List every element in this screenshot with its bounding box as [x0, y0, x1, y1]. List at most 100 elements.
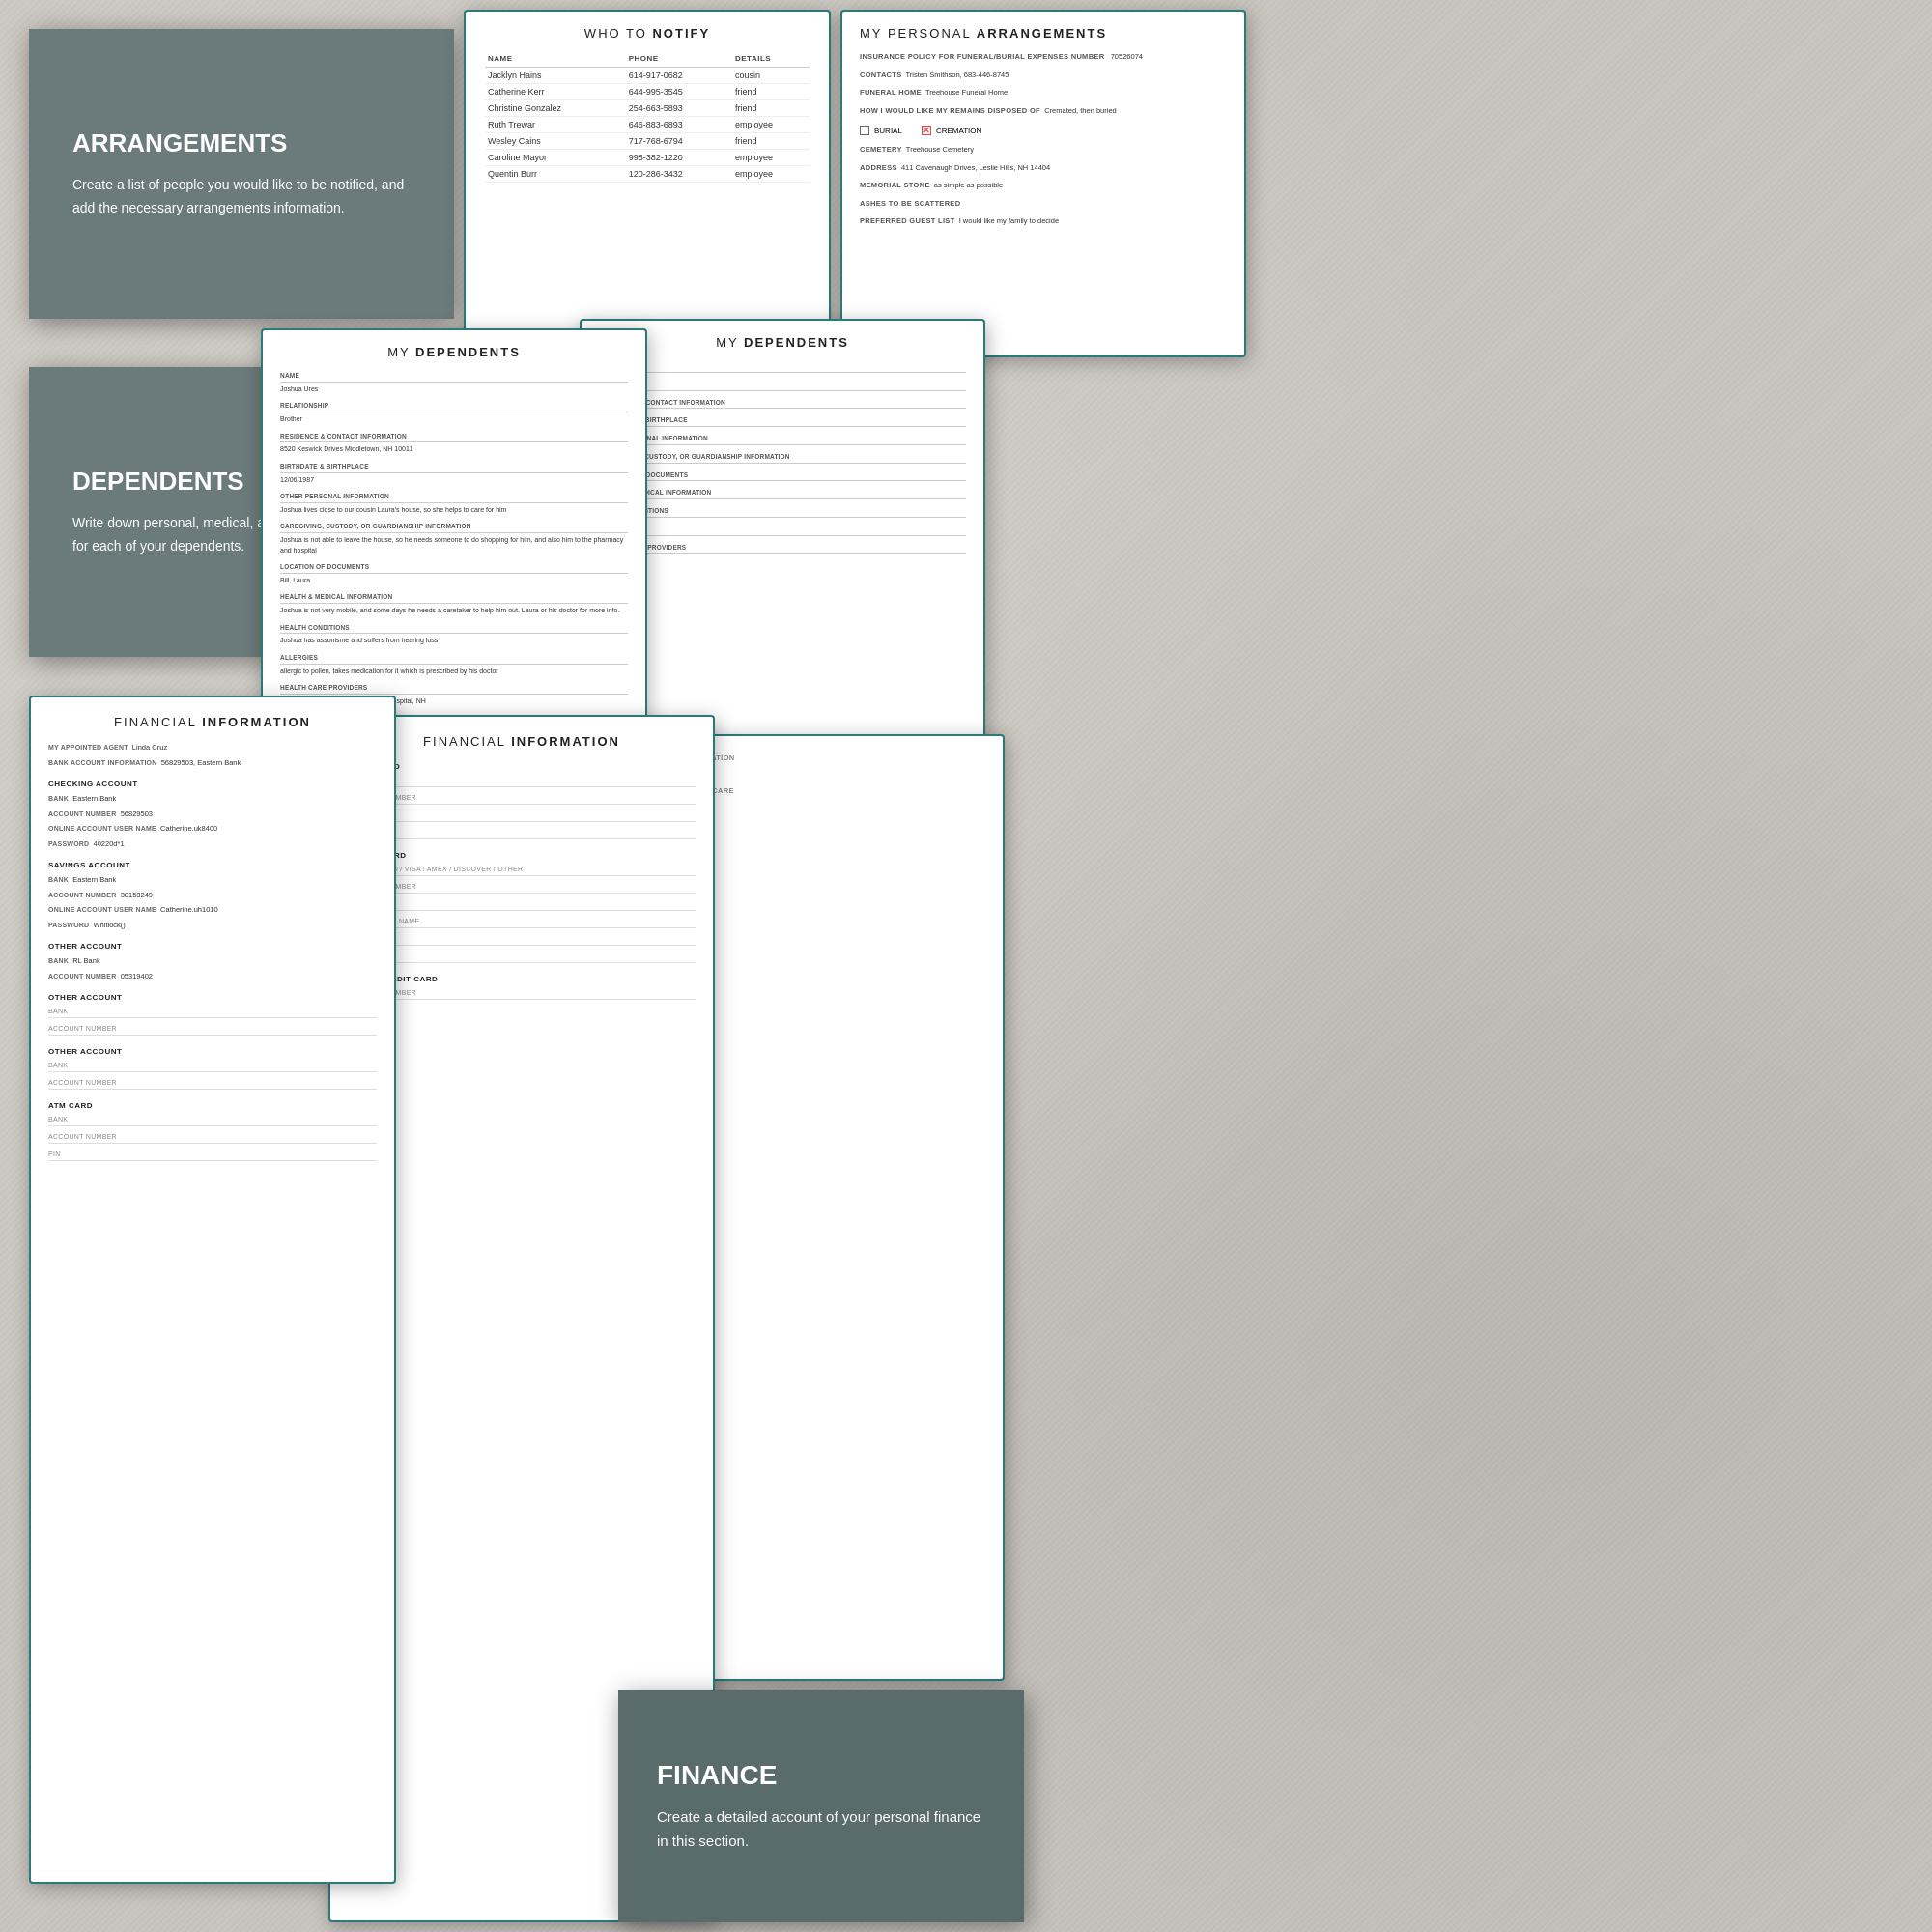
arrangements-description: Create a list of people you would like t…: [72, 174, 411, 220]
dep-r-birthdate: BIRTHDATE & BIRTHPLACE: [599, 415, 966, 427]
address-field: ADDRESS 411 Cavenaugh Drives, Leslie Hil…: [860, 163, 1227, 174]
credit-acct: ACCOUNT NUMBER: [348, 883, 696, 894]
dep-r-location: LOCATION OF DOCUMENTS: [599, 470, 966, 482]
finance-box-description: Create a detailed account of your person…: [657, 1804, 985, 1854]
cremation-option: ✕ CREMATION: [922, 126, 981, 135]
insurance-field: INSURANCE POLICY FOR FUNERAL/BURIAL EXPE…: [860, 52, 1227, 63]
fin-center-title: FINANCIAL INFORMATION: [348, 734, 696, 749]
dep-location-docs: LOCATION OF DOCUMENTS Bill, Laura: [280, 562, 628, 585]
table-row: Wesley Cains717-768-6794friend: [485, 133, 810, 150]
memorial-field: MEMORIAL STONE as simple as possible: [860, 181, 1227, 191]
other1-title: OTHER ACCOUNT: [48, 942, 377, 951]
other1-bank: BANK RL Bank: [48, 956, 377, 967]
dep-residence: RESIDENCE & CONTACT INFORMATION 8520 Kes…: [280, 432, 628, 455]
col-details: DETAILS: [732, 50, 810, 68]
dep-r-health-med: HEALTH & MEDICAL INFORMATION: [599, 488, 966, 499]
cell-phone: 644-995-3545: [626, 84, 732, 100]
cell-detail: friend: [732, 100, 810, 117]
credit-notes: NOTES: [348, 952, 696, 963]
dep-health-conditions: HEALTH CONDITIONS Joshua has assonisme a…: [280, 623, 628, 646]
dep-left-title: MY DEPENDENTS: [280, 345, 628, 359]
other3-title: OTHER ACCOUNT: [48, 1047, 377, 1056]
notify-title: WHO TO NOTIFY: [485, 26, 810, 41]
cell-detail: employee: [732, 150, 810, 166]
cell-name: Catherine Kerr: [485, 84, 626, 100]
burial-cremation-row: BURIAL ✕ CREMATION: [860, 126, 1227, 135]
table-row: Quentin Burr120-286-3432employee: [485, 166, 810, 183]
credit-user: ONLINE USER NAME: [348, 918, 696, 928]
dep-r-caregiving: CAREGIVING, CUSTODY, OR GUARDIANSHIP INF…: [599, 452, 966, 464]
cremation-checkbox: ✕: [922, 126, 931, 135]
dep-r-providers: HEALTH CARE PROVIDERS: [599, 543, 966, 554]
dep-r-conditions: HEALTH CONDITIONS: [599, 506, 966, 518]
dep-allergies: ALLERGIES allergic to pollen, takes medi…: [280, 653, 628, 676]
store-credit-title: STORE CREDIT CARD: [348, 975, 696, 983]
dep-r-allergies: ALLERGIES: [599, 525, 966, 536]
savings-acct: ACCOUNT NUMBER 30153249: [48, 891, 377, 901]
remains-field: HOW I WOULD LIKE MY REMAINS DISPOSED OF …: [860, 106, 1227, 117]
debit-title: DEBIT CARD: [348, 762, 696, 771]
credit-pin: PIN: [348, 935, 696, 946]
preferred-guest-field: PREFERRED GUEST LIST I would like my fam…: [860, 216, 1227, 227]
credit-title: CREDIT CARD: [348, 851, 696, 860]
savings-bank: BANK Eastern Bank: [48, 875, 377, 886]
cell-name: Jacklyn Hains: [485, 68, 626, 84]
dep-r-other: OTHER PERSONAL INFORMATION: [599, 434, 966, 445]
debit-bank: BANK: [348, 777, 696, 787]
notify-table: NAME PHONE DETAILS Jacklyn Hains614-917-…: [485, 50, 810, 183]
atm-pin: PIN: [48, 1151, 377, 1161]
cell-detail: friend: [732, 84, 810, 100]
atm-acct: ACCOUNT NUMBER: [48, 1133, 377, 1144]
other2-title: OTHER ACCOUNT: [48, 993, 377, 1002]
table-row: Ruth Trewar646-883-6893employee: [485, 117, 810, 133]
cell-detail: employee: [732, 117, 810, 133]
debit-acct: ACCOUNT NUMBER: [348, 794, 696, 805]
funeral-home-field: FUNERAL HOME Treehouse Funeral Home: [860, 88, 1227, 99]
cell-detail: friend: [732, 133, 810, 150]
savings-user: ONLINE ACCOUNT USER NAME Catherine.uh101…: [48, 905, 377, 916]
cell-name: Quentin Burr: [485, 166, 626, 183]
col-phone: PHONE: [626, 50, 732, 68]
cemetery-field: CEMETERY Treehouse Cemetery: [860, 145, 1227, 156]
cell-phone: 998-382-1220: [626, 150, 732, 166]
cell-phone: 120-286-3432: [626, 166, 732, 183]
cell-name: Christine Gonzalez: [485, 100, 626, 117]
cell-phone: 614-917-0682: [626, 68, 732, 84]
notify-card: WHO TO NOTIFY NAME PHONE DETAILS Jacklyn…: [464, 10, 831, 357]
table-row: Caroline Mayor998-382-1220employee: [485, 150, 810, 166]
other3-acct: ACCOUNT NUMBER: [48, 1079, 377, 1090]
dep-right-title: MY DEPENDENTS: [599, 335, 966, 350]
cell-detail: cousin: [732, 68, 810, 84]
cell-name: Caroline Mayor: [485, 150, 626, 166]
cell-name: Ruth Trewar: [485, 117, 626, 133]
atm-bank: BANK: [48, 1116, 377, 1126]
bank-acct-field: BANK ACCOUNT INFORMATION 56829503, Easte…: [48, 758, 377, 769]
arrangements-title: ARRANGEMENTS: [72, 128, 411, 158]
dep-r-relationship: RELATIONSHIP: [599, 380, 966, 391]
dependents-left-card: MY DEPENDENTS NAME Joshua Ures RELATIONS…: [261, 328, 647, 734]
debit-notes: NOTES: [348, 829, 696, 839]
burial-checkbox: [860, 126, 869, 135]
cell-phone: 646-883-6893: [626, 117, 732, 133]
table-row: Catherine Kerr644-995-3545friend: [485, 84, 810, 100]
cell-name: Wesley Cains: [485, 133, 626, 150]
checking-user: ONLINE ACCOUNT USER NAME Catherine.uk840…: [48, 824, 377, 835]
checking-title: CHECKING ACCOUNT: [48, 780, 377, 788]
table-row: Christine Gonzalez254-663-5893friend: [485, 100, 810, 117]
savings-pass: PASSWORD Whitlock(): [48, 921, 377, 931]
dep-r-name: NAME: [599, 361, 966, 373]
checking-acct: ACCOUNT NUMBER 56829503: [48, 810, 377, 820]
finance-info-box: FINANCE Create a detailed account of you…: [618, 1690, 1024, 1922]
checking-bank: BANK Eastern Bank: [48, 794, 377, 805]
table-row: Jacklyn Hains614-917-0682cousin: [485, 68, 810, 84]
dep-caregiving: CAREGIVING, CUSTODY, OR GUARDIANSHIP INF…: [280, 522, 628, 555]
credit-type: MASTERCARD / VISA / AMEX / DISCOVER / OT…: [348, 866, 696, 876]
ashes-field: ASHES TO BE SCATTERED: [860, 199, 1227, 210]
other1-acct: ACCOUNT NUMBER 05319402: [48, 972, 377, 982]
savings-title: SAVINGS ACCOUNT: [48, 861, 377, 869]
cell-phone: 717-768-6794: [626, 133, 732, 150]
dep-birthdate: BIRTHDATE & BIRTHPLACE 12/06/1987: [280, 462, 628, 485]
store-acct: ACCOUNT NUMBER: [348, 989, 696, 1000]
other2-bank: BANK: [48, 1008, 377, 1018]
dep-health-medical: HEALTH & MEDICAL INFORMATION Joshua is n…: [280, 592, 628, 615]
